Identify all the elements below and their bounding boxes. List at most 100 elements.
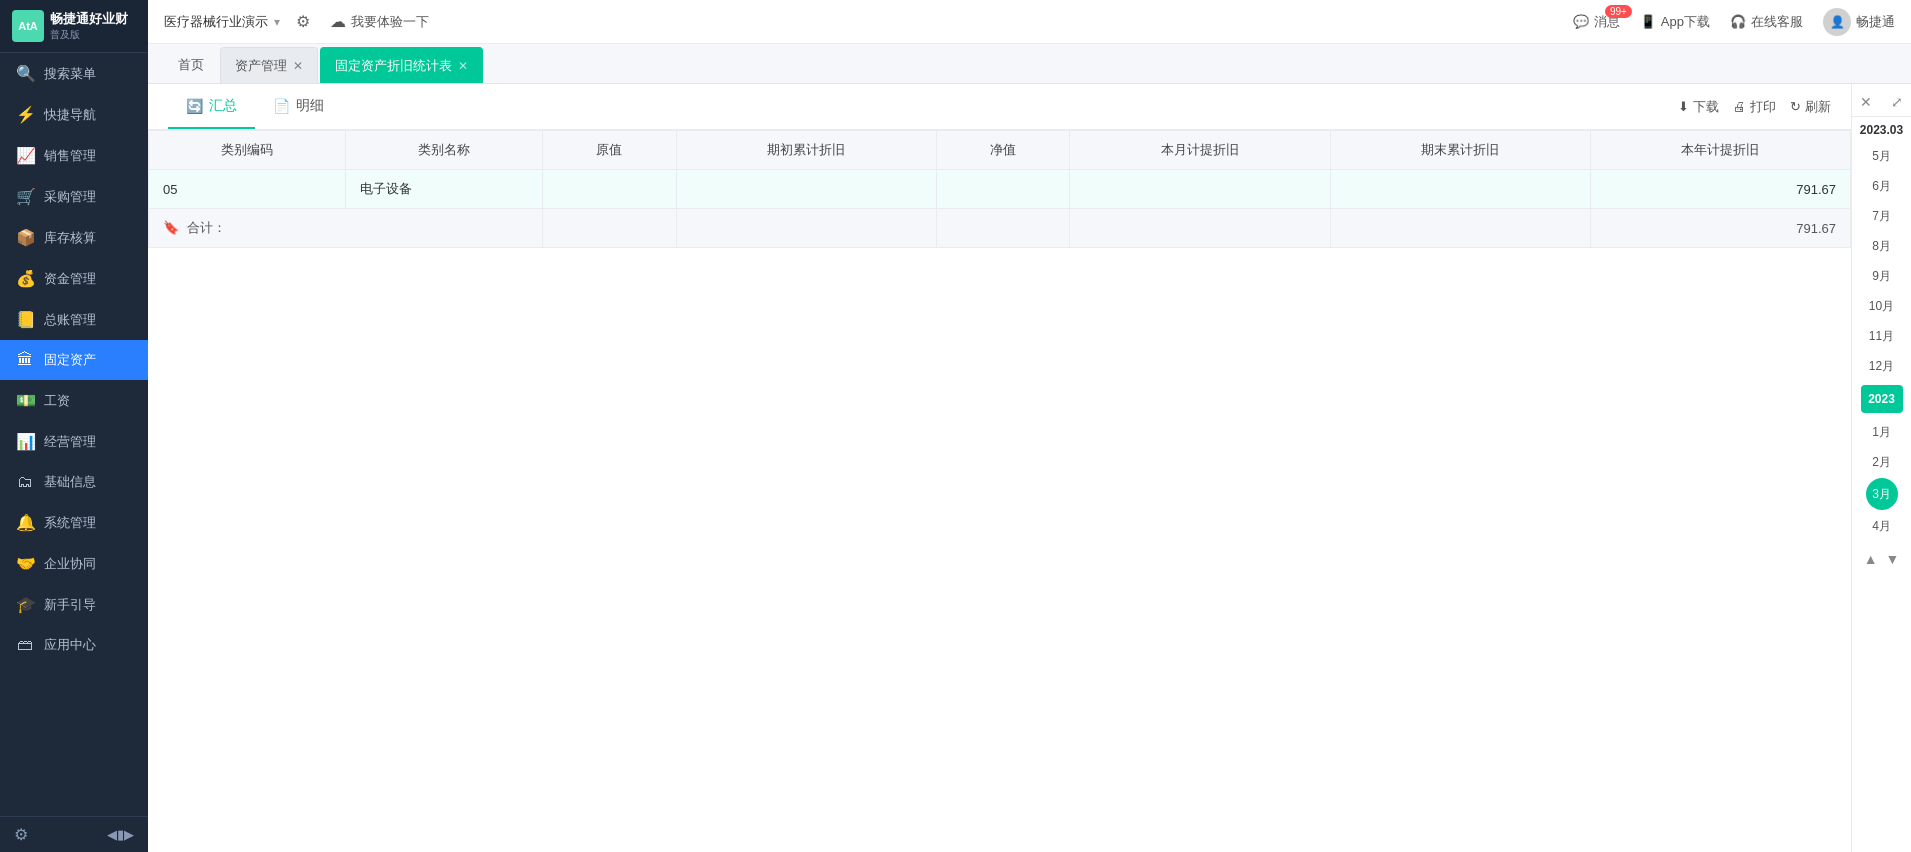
cell-monthly-dep (1070, 170, 1330, 209)
sidebar-item-label: 新手引导 (44, 596, 96, 614)
month-2[interactable]: 2月 (1858, 448, 1906, 476)
company-dropdown-icon: ▾ (274, 15, 280, 29)
collab-icon: 🤝 (16, 554, 34, 573)
month-5[interactable]: 5月 (1858, 142, 1906, 170)
sidebar-item-finance[interactable]: 💰 资金管理 (0, 258, 148, 299)
sidebar-item-label: 快捷导航 (44, 106, 96, 124)
sidebar-item-ledger[interactable]: 📒 总账管理 (0, 299, 148, 340)
refresh-button[interactable]: ↻ 刷新 (1790, 98, 1831, 116)
user-name: 畅捷通 (1856, 13, 1895, 31)
month-8[interactable]: 8月 (1858, 232, 1906, 260)
purchase-icon: 🛒 (16, 187, 34, 206)
print-button[interactable]: 🖨 打印 (1733, 98, 1776, 116)
tab-depreciation-close[interactable]: ✕ (458, 59, 468, 73)
summary-year-dep: 791.67 (1590, 209, 1850, 248)
sidebar-item-appstore[interactable]: 🗃 应用中心 (0, 625, 148, 665)
sidebar-item-salary[interactable]: 💵 工资 (0, 380, 148, 421)
content-area: 🔄 汇总 📄 明细 ⬇ 下载 🖨 打印 (148, 84, 1851, 852)
month-3-selected[interactable]: 3月 (1866, 478, 1898, 510)
sidebar-item-guide[interactable]: 🎓 新手引导 (0, 584, 148, 625)
topbar-right: 💬 消息 99+ 📱 App下载 🎧 在线客服 👤 畅捷通 (1573, 8, 1895, 36)
detail-icon: 📄 (273, 98, 290, 114)
summary-original (542, 209, 676, 248)
fixed-icon: 🏛 (16, 351, 34, 369)
month-9[interactable]: 9月 (1858, 262, 1906, 290)
download-button[interactable]: 📱 App下载 (1640, 13, 1710, 31)
sidebar-item-purchase[interactable]: 🛒 采购管理 (0, 176, 148, 217)
month-6[interactable]: 6月 (1858, 172, 1906, 200)
right-panel-header: ✕ ⤢ (1852, 88, 1911, 117)
month-1[interactable]: 1月 (1858, 418, 1906, 446)
cell-original (542, 170, 676, 209)
quicknav-icon: ⚡ (16, 105, 34, 124)
ledger-icon: 📒 (16, 310, 34, 329)
tab-depreciation[interactable]: 固定资产折旧统计表 ✕ (320, 47, 483, 83)
panel-up-icon[interactable]: ▲ (1860, 549, 1882, 569)
sidebar-item-label: 固定资产 (44, 351, 96, 369)
month-11[interactable]: 11月 (1858, 322, 1906, 350)
sales-icon: 📈 (16, 146, 34, 165)
salary-icon: 💵 (16, 391, 34, 410)
right-panel: ✕ ⤢ 2023.03 5月 6月 7月 8月 9月 10月 11月 12月 2… (1851, 84, 1911, 852)
experience-button[interactable]: ☁ 我要体验一下 (330, 12, 429, 31)
sub-tabs: 🔄 汇总 📄 明细 ⬇ 下载 🖨 打印 (148, 84, 1851, 130)
sidebar-item-operations[interactable]: 📊 经营管理 (0, 421, 148, 462)
sidebar-logo: AtA 畅捷通好业财 普及版 (0, 0, 148, 53)
tabs-bar: 首页 资产管理 ✕ 固定资产折旧统计表 ✕ (148, 44, 1911, 84)
search-icon: 🔍 (16, 64, 34, 83)
depreciation-table: 类别编码 类别名称 原值 期初累计折旧 净值 本月计提折旧 期末累计折旧 本年计… (148, 130, 1851, 248)
notification-icon: 💬 (1573, 14, 1589, 29)
refresh-label: 刷新 (1805, 98, 1831, 116)
sidebar-item-system[interactable]: 🔔 系统管理 (0, 502, 148, 543)
download-icon: 📱 (1640, 14, 1656, 29)
sidebar-item-search[interactable]: 🔍 搜索菜单 (0, 53, 148, 94)
service-icon: 🎧 (1730, 14, 1746, 29)
sidebar-item-label: 搜索菜单 (44, 65, 96, 83)
month-12[interactable]: 12月 (1858, 352, 1906, 380)
finance-icon: 💰 (16, 269, 34, 288)
download-label: 下载 (1693, 98, 1719, 116)
sidebar-item-quicknav[interactable]: ⚡ 快捷导航 (0, 94, 148, 135)
month-4[interactable]: 4月 (1858, 512, 1906, 540)
user-menu[interactable]: 👤 畅捷通 (1823, 8, 1895, 36)
summary-monthly-dep (1070, 209, 1330, 248)
download-button[interactable]: ⬇ 下载 (1678, 98, 1719, 116)
notification-button[interactable]: 💬 消息 99+ (1573, 13, 1620, 31)
sub-tab-detail[interactable]: 📄 明细 (255, 84, 342, 129)
collapse-icon[interactable]: ◀▮▶ (107, 827, 134, 842)
month-7[interactable]: 7月 (1858, 202, 1906, 230)
sidebar-item-fixed[interactable]: 🏛 固定资产 (0, 340, 148, 380)
sidebar-item-label: 采购管理 (44, 188, 96, 206)
sidebar-item-collab[interactable]: 🤝 企业协同 (0, 543, 148, 584)
summary-label: 🔖 合计： (149, 209, 543, 248)
cell-initial-dep (676, 170, 936, 209)
summary-initial-dep (676, 209, 936, 248)
year-badge[interactable]: 2023 (1861, 385, 1903, 413)
table-container: 类别编码 类别名称 原值 期初累计折旧 净值 本月计提折旧 期末累计折旧 本年计… (148, 130, 1851, 852)
print-label: 打印 (1750, 98, 1776, 116)
company-selector[interactable]: 医疗器械行业演示 ▾ (164, 13, 280, 31)
tab-depreciation-label: 固定资产折旧统计表 (335, 57, 452, 75)
sidebar-bottom: ⚙ ◀▮▶ (0, 816, 148, 852)
tab-asset-close[interactable]: ✕ (293, 59, 303, 73)
print-icon: 🖨 (1733, 99, 1746, 114)
col-year-dep: 本年计提折旧 (1590, 131, 1850, 170)
service-label: 在线客服 (1751, 13, 1803, 31)
settings-icon[interactable]: ⚙ (14, 825, 28, 844)
panel-expand-icon[interactable]: ⤢ (1891, 94, 1903, 110)
sub-tab-summary[interactable]: 🔄 汇总 (168, 84, 255, 129)
panel-down-icon[interactable]: ▼ (1882, 549, 1904, 569)
settings-gear-icon[interactable]: ⚙ (296, 12, 310, 31)
sidebar-item-label: 库存核算 (44, 229, 96, 247)
tab-home[interactable]: 首页 (164, 47, 218, 83)
sidebar-item-sales[interactable]: 📈 销售管理 (0, 135, 148, 176)
panel-close-icon[interactable]: ✕ (1860, 94, 1872, 110)
logo-icon: AtA (12, 10, 44, 42)
sidebar-item-inventory[interactable]: 📦 库存核算 (0, 217, 148, 258)
month-10[interactable]: 10月 (1858, 292, 1906, 320)
service-button[interactable]: 🎧 在线客服 (1730, 13, 1803, 31)
tab-asset-mgmt[interactable]: 资产管理 ✕ (220, 47, 318, 83)
cell-period-end-dep (1330, 170, 1590, 209)
company-name: 医疗器械行业演示 (164, 13, 268, 31)
sidebar-item-base[interactable]: 🗂 基础信息 (0, 462, 148, 502)
